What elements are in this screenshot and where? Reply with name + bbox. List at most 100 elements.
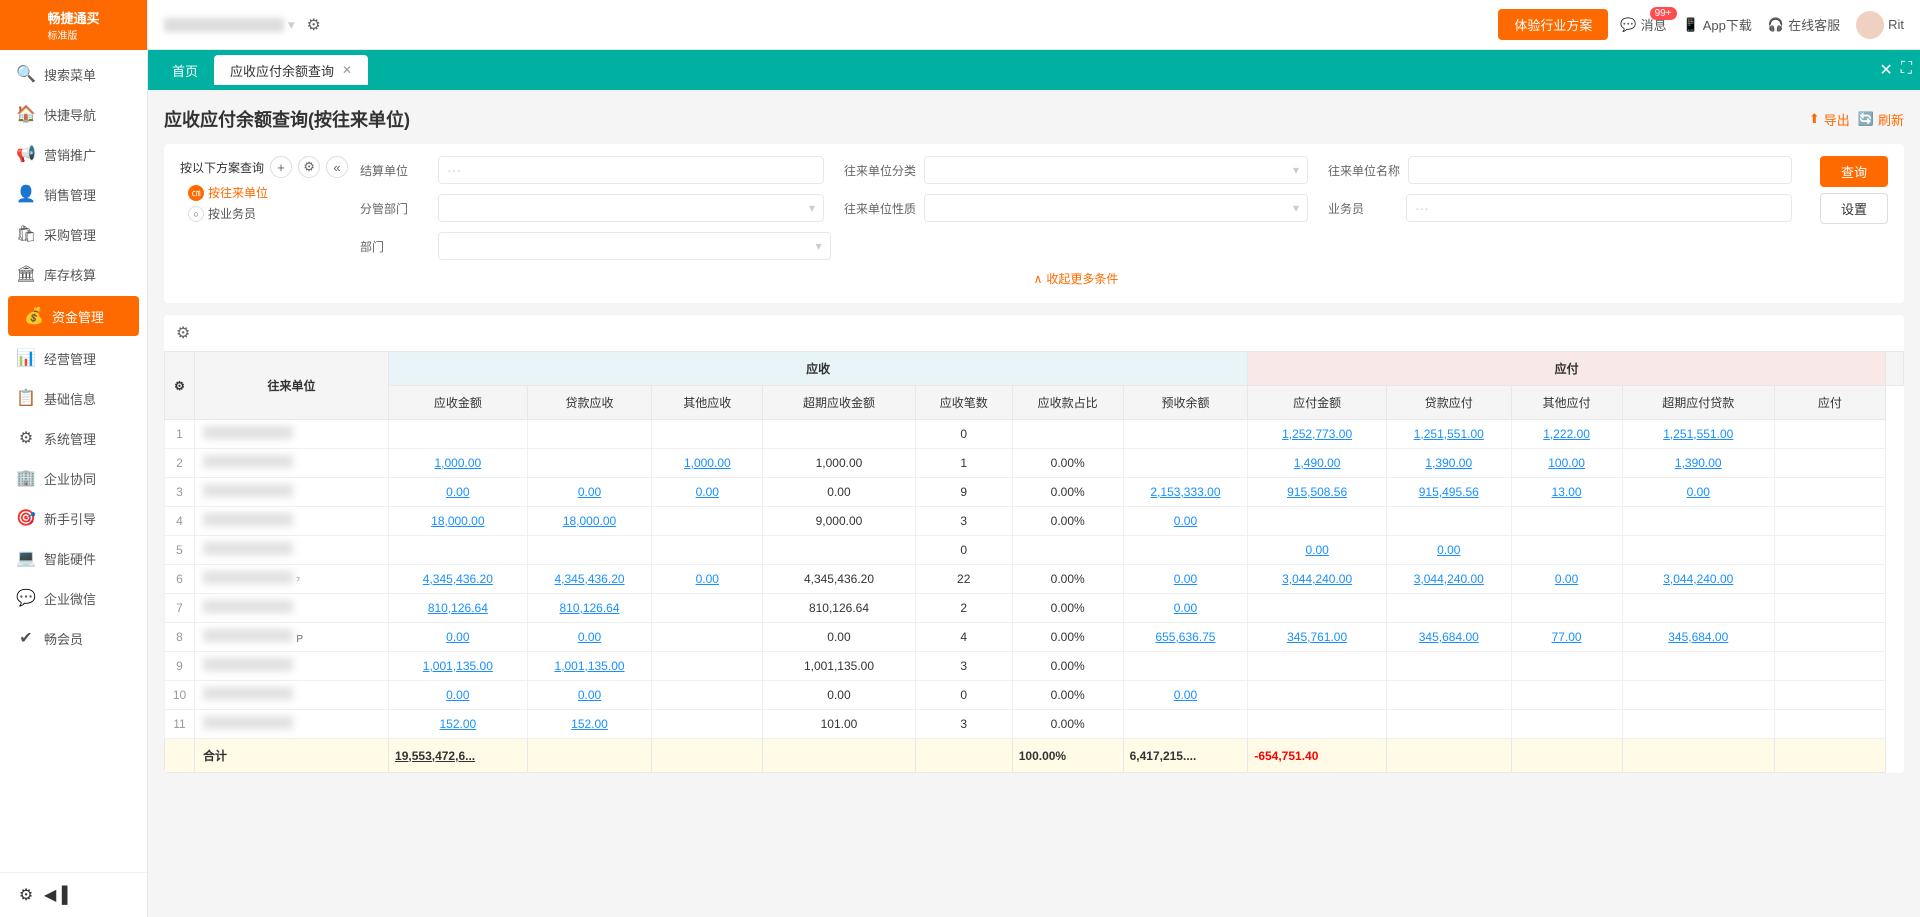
cell-ap-amount[interactable]: 0.00 (1248, 536, 1387, 565)
cell-ar-advance[interactable]: 0.00 (1123, 594, 1248, 623)
cell-ar-advance[interactable]: 2,153,333.00 (1123, 478, 1248, 507)
cell-ap-amount[interactable]: 345,761.00 (1248, 623, 1387, 652)
cell-ar-amount[interactable]: 810,126.64 (389, 594, 528, 623)
cell-ar-loan[interactable]: 18,000.00 (527, 507, 652, 536)
sidebar-item-system[interactable]: ⚙ 系统管理 (0, 418, 147, 458)
cell-ap-overdue[interactable]: 0.00 (1622, 478, 1774, 507)
cell-ap-loan[interactable]: 345,684.00 (1386, 623, 1511, 652)
cell-ap-other[interactable]: 100.00 (1511, 449, 1622, 478)
cell-ap-amount[interactable]: 1,490.00 (1248, 449, 1387, 478)
sidebar-item-operations[interactable]: 📊 经营管理 (0, 338, 147, 378)
cell-ap-amount (1248, 681, 1387, 710)
cell-ap-overdue[interactable]: 1,251,551.00 (1622, 420, 1774, 449)
sidebar-item-inventory[interactable]: 🏛 库存核算 (0, 254, 147, 294)
sidebar-item-guide[interactable]: 🎯 新手引导 (0, 498, 147, 538)
cell-ap-other[interactable]: 77.00 (1511, 623, 1622, 652)
cell-ar-amount[interactable]: 152.00 (389, 710, 528, 739)
cell-ar-amount[interactable]: 4,345,436.20 (389, 565, 528, 594)
cell-ar-amount[interactable]: 0.00 (389, 478, 528, 507)
user-action[interactable]: Rit (1856, 11, 1904, 39)
service-action[interactable]: 🎧 在线客服 (1768, 15, 1840, 34)
solution-button[interactable]: 体验行业方案 (1498, 9, 1608, 40)
th-payable-group: 应付 (1248, 352, 1886, 386)
unit-nature-input[interactable]: ▾ (924, 194, 1308, 222)
cell-ap-other[interactable]: 0.00 (1511, 565, 1622, 594)
cell-ar-loan[interactable]: 0.00 (527, 681, 652, 710)
salesperson-input[interactable]: ··· (1406, 194, 1792, 222)
cell-ar-advance[interactable]: 655,636.75 (1123, 623, 1248, 652)
table-settings-icon[interactable]: ⚙ (176, 323, 190, 343)
cell-ar-amount[interactable]: 1,000.00 (389, 449, 528, 478)
cell-ap-overdue[interactable]: 3,044,240.00 (1622, 565, 1774, 594)
cell-ar-other[interactable]: 1,000.00 (652, 449, 763, 478)
cell-ar-other[interactable]: 0.00 (652, 478, 763, 507)
cell-ar-advance[interactable]: 0.00 (1123, 565, 1248, 594)
sidebar-nav: 🔍 搜索菜单 🏠 快捷导航 📢 营销推广 👤 销售管理 🛍 采购管理 🏛 库存核… (0, 50, 147, 872)
filter-collapse-button[interactable]: ∧ 收起更多条件 (360, 266, 1792, 291)
cell-ar-loan[interactable]: 4,345,436.20 (527, 565, 652, 594)
sidebar-item-sales[interactable]: 👤 销售管理 (0, 174, 147, 214)
cell-ap-overdue[interactable]: 1,390.00 (1622, 449, 1774, 478)
cell-ap-loan[interactable]: 0.00 (1386, 536, 1511, 565)
cell-ap-amount[interactable]: 1,252,773.00 (1248, 420, 1387, 449)
sidebar-item-finance[interactable]: 💰 资金管理 (8, 296, 139, 336)
cell-ap-amount (1248, 710, 1387, 739)
dept-managed-input[interactable]: ▾ (438, 194, 824, 222)
settlement-input[interactable]: ··· (438, 156, 824, 184)
cell-ar-amount[interactable]: 0.00 (389, 623, 528, 652)
collapse-filter-button[interactable]: « (326, 156, 348, 178)
sidebar-item-basic[interactable]: 📋 基础信息 (0, 378, 147, 418)
cell-ar-loan[interactable]: 152.00 (527, 710, 652, 739)
cell-ar-amount[interactable]: 18,000.00 (389, 507, 528, 536)
unit-name-input[interactable] (1408, 156, 1792, 184)
cell-ar-other[interactable]: 0.00 (652, 565, 763, 594)
sidebar-item-enterprise[interactable]: 🏢 企业协同 (0, 458, 147, 498)
footer-settings-icon[interactable]: ⚙ (16, 885, 36, 905)
sidebar-item-purchase[interactable]: 🛍 采购管理 (0, 214, 147, 254)
export-action[interactable]: ⬆ 导出 (1809, 110, 1850, 129)
cell-ap-amount[interactable]: 3,044,240.00 (1248, 565, 1387, 594)
tab-close-icon[interactable]: ✕ (342, 63, 352, 77)
dept-chevron-icon: ▾ (816, 239, 822, 253)
cell-ar-loan[interactable]: 810,126.64 (527, 594, 652, 623)
sidebar-item-marketing[interactable]: 📢 营销推广 (0, 134, 147, 174)
sidebar-item-member[interactable]: ✔ 畅会员 (0, 618, 147, 658)
cell-ar-loan[interactable]: 0.00 (527, 478, 652, 507)
filter-option-by-staff[interactable]: ○ 按业务员 (188, 205, 348, 222)
filter-option-by-unit[interactable]: ㎝ 按往来单位 (188, 184, 348, 201)
tab-home[interactable]: 首页 (156, 55, 214, 85)
cell-ap-amount[interactable]: 915,508.56 (1248, 478, 1387, 507)
cell-ap-loan[interactable]: 3,044,240.00 (1386, 565, 1511, 594)
sidebar-item-shortcut[interactable]: 🏠 快捷导航 (0, 94, 147, 134)
cell-ar-loan[interactable]: 0.00 (527, 623, 652, 652)
dept-input[interactable]: ▾ (438, 232, 831, 260)
cell-ap-loan[interactable]: 1,390.00 (1386, 449, 1511, 478)
add-filter-button[interactable]: + (270, 156, 292, 178)
query-button[interactable]: 查询 (1820, 156, 1888, 187)
cell-ar-count: 2 (915, 594, 1012, 623)
sidebar-item-search[interactable]: 🔍 搜索菜单 (0, 54, 147, 94)
sidebar-item-wechat[interactable]: 💬 企业微信 (0, 578, 147, 618)
tab-arb-query[interactable]: 应收应付余额查询 ✕ (214, 55, 368, 85)
refresh-action[interactable]: 🔄 刷新 (1858, 110, 1904, 129)
footer-collapse-icon[interactable]: ◀▐ (44, 885, 64, 905)
app-download-action[interactable]: 📱 App下载 (1683, 15, 1752, 34)
cell-ap-loan[interactable]: 1,251,551.00 (1386, 420, 1511, 449)
cell-ar-amount[interactable]: 1,001,135.00 (389, 652, 528, 681)
cell-ap-other[interactable]: 1,222.00 (1511, 420, 1622, 449)
edit-filter-button[interactable]: ⚙ (298, 156, 320, 178)
cell-ar-loan[interactable]: 1,001,135.00 (527, 652, 652, 681)
tabbar-expand-icon[interactable]: ⛶ (1901, 60, 1912, 80)
sidebar-item-hardware[interactable]: 💻 智能硬件 (0, 538, 147, 578)
cell-ap-overdue[interactable]: 345,684.00 (1622, 623, 1774, 652)
message-action[interactable]: 💬 消息 99+ (1620, 15, 1666, 34)
unit-category-input[interactable]: ▾ (924, 156, 1308, 184)
tabbar-close-icon[interactable]: ✕ (1879, 60, 1892, 80)
cell-ap-other[interactable]: 13.00 (1511, 478, 1622, 507)
topbar-gear-icon[interactable]: ⚙ (307, 15, 321, 35)
cell-ap-loan[interactable]: 915,495.56 (1386, 478, 1511, 507)
cell-ar-advance[interactable]: 0.00 (1123, 681, 1248, 710)
cell-ar-amount[interactable]: 0.00 (389, 681, 528, 710)
cell-ar-advance[interactable]: 0.00 (1123, 507, 1248, 536)
settings-button[interactable]: 设置 (1820, 193, 1888, 224)
